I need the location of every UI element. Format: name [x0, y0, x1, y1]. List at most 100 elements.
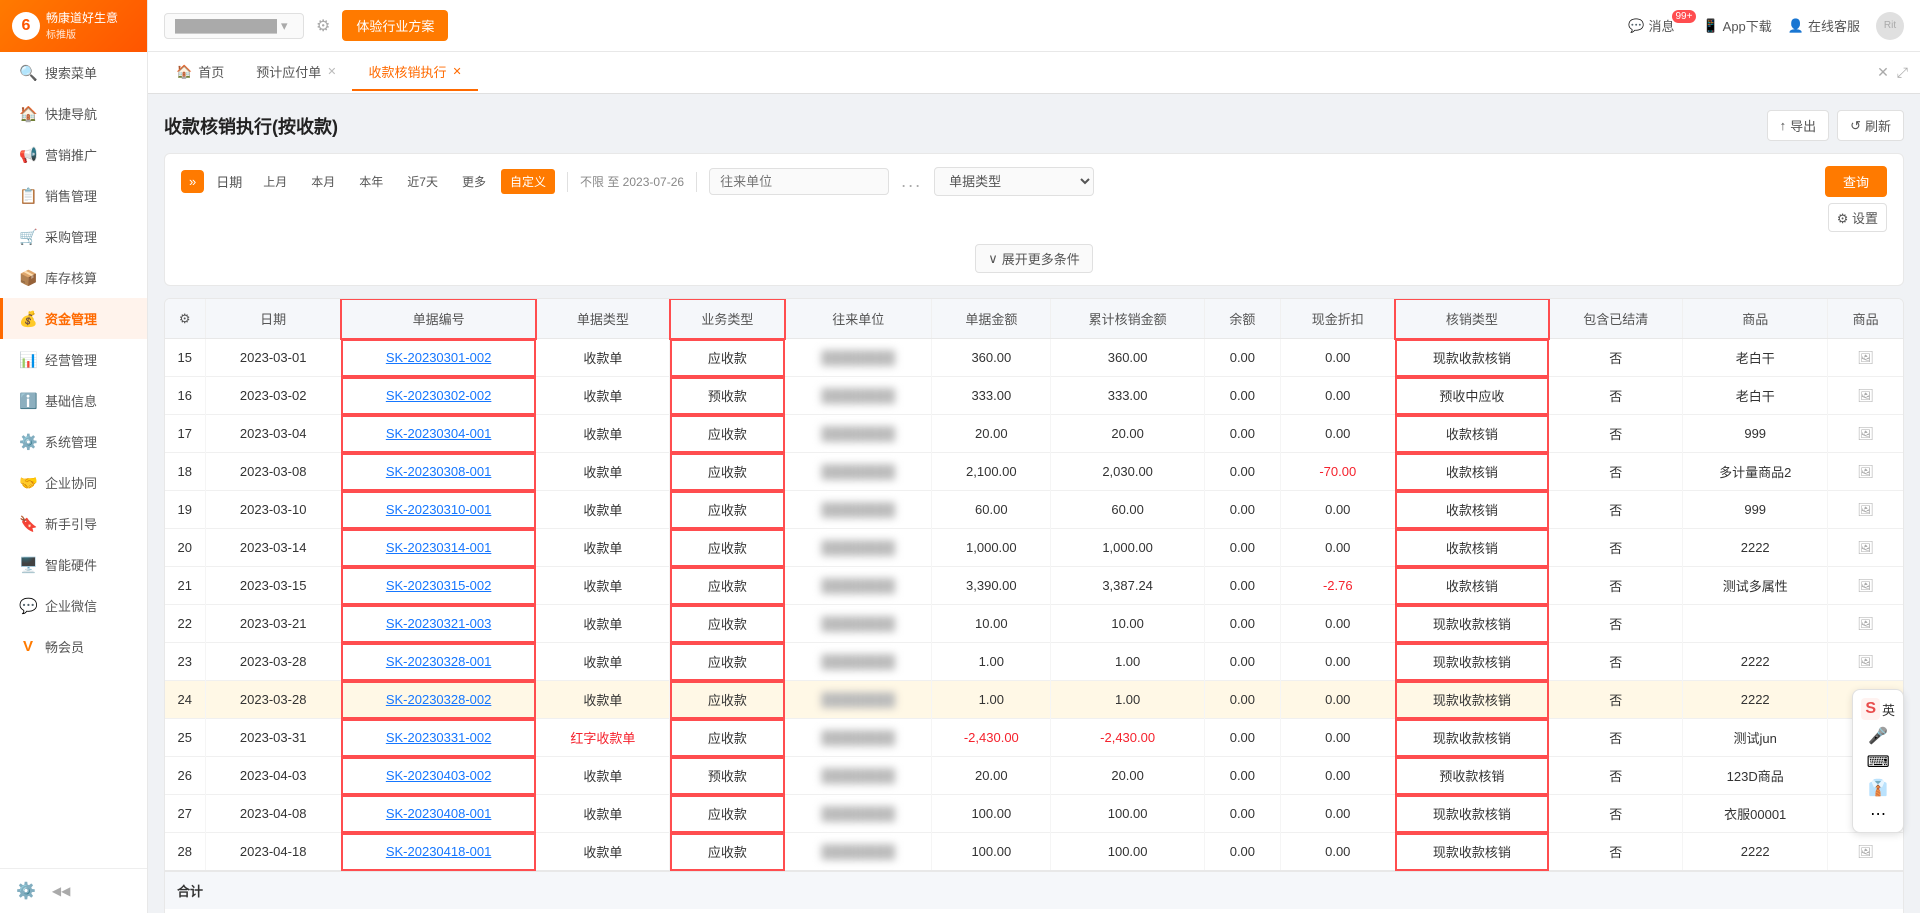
product-cell	[1683, 605, 1828, 643]
sidebar-item-operations[interactable]: 📊 经营管理	[0, 339, 147, 380]
col-bill-type[interactable]: 单据类型	[536, 299, 670, 339]
sidebar-item-label: 库存核算	[45, 268, 97, 287]
partner-cell: ████████	[785, 795, 932, 833]
messages-btn[interactable]: 💬 消息 99+	[1628, 16, 1686, 35]
sidebar-item-purchase[interactable]: 🛒 采购管理	[0, 216, 147, 257]
table-footer-row: 合计	[165, 871, 1903, 909]
col-settings[interactable]: ⚙	[165, 299, 205, 339]
industry-btn[interactable]: 体验行业方案	[342, 10, 448, 41]
sidebar-item-guide[interactable]: 🔖 新手引导	[0, 503, 147, 544]
refresh-btn[interactable]: ↺ 刷新	[1837, 110, 1904, 141]
product-img-cell: 🖼	[1828, 491, 1903, 529]
bill-amount-cell: -2,430.00	[932, 719, 1051, 757]
bill-no-cell[interactable]: SK-20230304-001	[341, 415, 536, 453]
sidebar-menu: 🔍 搜索菜单 🏠 快捷导航 📢 营销推广 📋 销售管理 🛒 采购管理 📦 库存核…	[0, 52, 147, 868]
sidebar-item-search[interactable]: 🔍 搜索菜单	[0, 52, 147, 93]
gear-icon[interactable]: ⚙	[316, 16, 330, 36]
query-btn[interactable]: 查询	[1825, 166, 1887, 197]
bill-no-cell[interactable]: SK-20230328-002	[341, 681, 536, 719]
close-tab-btn[interactable]: ✕	[1877, 64, 1889, 81]
biz-type-cell: 应收款	[670, 339, 785, 377]
tab-collection-close[interactable]: ✕	[452, 65, 461, 78]
col-date[interactable]: 日期	[205, 299, 341, 339]
sidebar-item-wechat[interactable]: 💬 企业微信	[0, 585, 147, 626]
bill-no-cell[interactable]: SK-20230321-003	[341, 605, 536, 643]
bill-no-cell[interactable]: SK-20230418-001	[341, 833, 536, 872]
expand-tab-btn[interactable]: ⤢	[1897, 64, 1908, 81]
product-img-cell: 🖼	[1828, 529, 1903, 567]
bill-no-cell[interactable]: SK-20230408-001	[341, 795, 536, 833]
bill-no-cell[interactable]: SK-20230331-002	[341, 719, 536, 757]
cancel-type-cell: 现款收款核销	[1395, 833, 1549, 872]
col-product[interactable]: 商品	[1683, 299, 1828, 339]
bill-type-cell: 收款单	[536, 377, 670, 415]
more-icon[interactable]: ⋯	[1870, 804, 1886, 824]
mic-icon[interactable]: 🎤	[1868, 726, 1888, 746]
date-cell: 2023-03-01	[205, 339, 341, 377]
sidebar-item-system[interactable]: ⚙️ 系统管理	[0, 421, 147, 462]
date-pill-custom[interactable]: 自定义	[501, 169, 555, 194]
sidebar-item-hardware[interactable]: 🖥️ 智能硬件	[0, 544, 147, 585]
bill-no-cell[interactable]: SK-20230328-001	[341, 643, 536, 681]
product-cell: 老白干	[1683, 377, 1828, 415]
bill-no-cell[interactable]: SK-20230314-001	[341, 529, 536, 567]
tab-prepay[interactable]: 预计应付单 ✕	[240, 54, 352, 91]
sidebar-item-basic[interactable]: ℹ️ 基础信息	[0, 380, 147, 421]
bill-no-cell[interactable]: SK-20230310-001	[341, 491, 536, 529]
sidebar-item-marketing[interactable]: 📢 营销推广	[0, 134, 147, 175]
bill-no-cell[interactable]: SK-20230403-002	[341, 757, 536, 795]
biz-type-cell: 预收款	[670, 757, 785, 795]
filter-divider	[567, 172, 568, 192]
settings-bottom-icon[interactable]: ⚙️	[16, 881, 36, 901]
company-dropdown[interactable]: ████████████ ▾	[164, 13, 304, 39]
cancel-type-cell: 现款收款核销	[1395, 605, 1549, 643]
sidebar-item-collab[interactable]: 🤝 企业协同	[0, 462, 147, 503]
bill-no-cell[interactable]: SK-20230302-002	[341, 377, 536, 415]
partner-input[interactable]	[709, 168, 889, 195]
sidebar-item-label: 经营管理	[45, 350, 97, 369]
shirt-icon[interactable]: 👔	[1868, 778, 1888, 798]
tab-collection[interactable]: 收款核销执行 ✕	[352, 54, 477, 91]
sidebar-item-member[interactable]: V 畅会员	[0, 626, 147, 667]
bill-type-cell: 收款单	[536, 529, 670, 567]
product-img-cell: 🖼	[1828, 605, 1903, 643]
date-pill-this-month[interactable]: 本月	[302, 169, 344, 194]
date-filter-label: 日期	[216, 172, 242, 191]
date-pill-more[interactable]: 更多	[453, 169, 495, 194]
bill-no-cell[interactable]: SK-20230308-001	[341, 453, 536, 491]
app-download-btn[interactable]: 📱 App下载	[1702, 16, 1771, 35]
sidebar-item-inventory[interactable]: 📦 库存核算	[0, 257, 147, 298]
col-balance[interactable]: 余额	[1204, 299, 1280, 339]
sidebar-item-finance[interactable]: 💰 资金管理	[0, 298, 147, 339]
col-cum-amount[interactable]: 累计核销金额	[1051, 299, 1205, 339]
date-pill-last-month[interactable]: 上月	[254, 169, 296, 194]
tab-prepay-close[interactable]: ✕	[327, 65, 336, 78]
export-btn[interactable]: ↑ 导出	[1767, 110, 1830, 141]
date-pill-7days[interactable]: 近7天	[398, 169, 447, 194]
tab-home[interactable]: 🏠 首页	[160, 54, 240, 91]
expand-more-btn[interactable]: ∨ 展开更多条件	[975, 244, 1093, 273]
col-product-img[interactable]: 商品	[1828, 299, 1903, 339]
keyboard-icon[interactable]: ⌨	[1867, 752, 1890, 772]
col-biz-type[interactable]: 业务类型	[670, 299, 785, 339]
sidebar-item-quicknav[interactable]: 🏠 快捷导航	[0, 93, 147, 134]
bill-type-select[interactable]: 单据类型	[934, 167, 1094, 196]
col-cancel-type[interactable]: 核销类型	[1395, 299, 1549, 339]
col-bill-amount[interactable]: 单据金额	[932, 299, 1051, 339]
filter-expand-btn[interactable]: »	[181, 170, 204, 193]
service-btn[interactable]: 👤 在线客服	[1788, 16, 1860, 35]
bill-no-cell[interactable]: SK-20230315-002	[341, 567, 536, 605]
table-row: 172023-03-04SK-20230304-001收款单应收款███████…	[165, 415, 1903, 453]
col-partner[interactable]: 往来单位	[785, 299, 932, 339]
filter-settings-btn[interactable]: ⚙ 设置	[1828, 203, 1887, 232]
user-avatar[interactable]: Rit	[1876, 12, 1904, 40]
collapse-icon[interactable]: ◀◀	[52, 884, 70, 898]
date-pill-this-year[interactable]: 本年	[350, 169, 392, 194]
col-include-settled[interactable]: 包含已结清	[1549, 299, 1683, 339]
col-cash-discount[interactable]: 现金折扣	[1280, 299, 1395, 339]
sidebar-item-sales[interactable]: 📋 销售管理	[0, 175, 147, 216]
bill-amount-cell: 60.00	[932, 491, 1051, 529]
bill-no-cell[interactable]: SK-20230301-002	[341, 339, 536, 377]
col-bill-no[interactable]: 单据编号	[341, 299, 536, 339]
logo-icon: 6	[12, 12, 40, 40]
